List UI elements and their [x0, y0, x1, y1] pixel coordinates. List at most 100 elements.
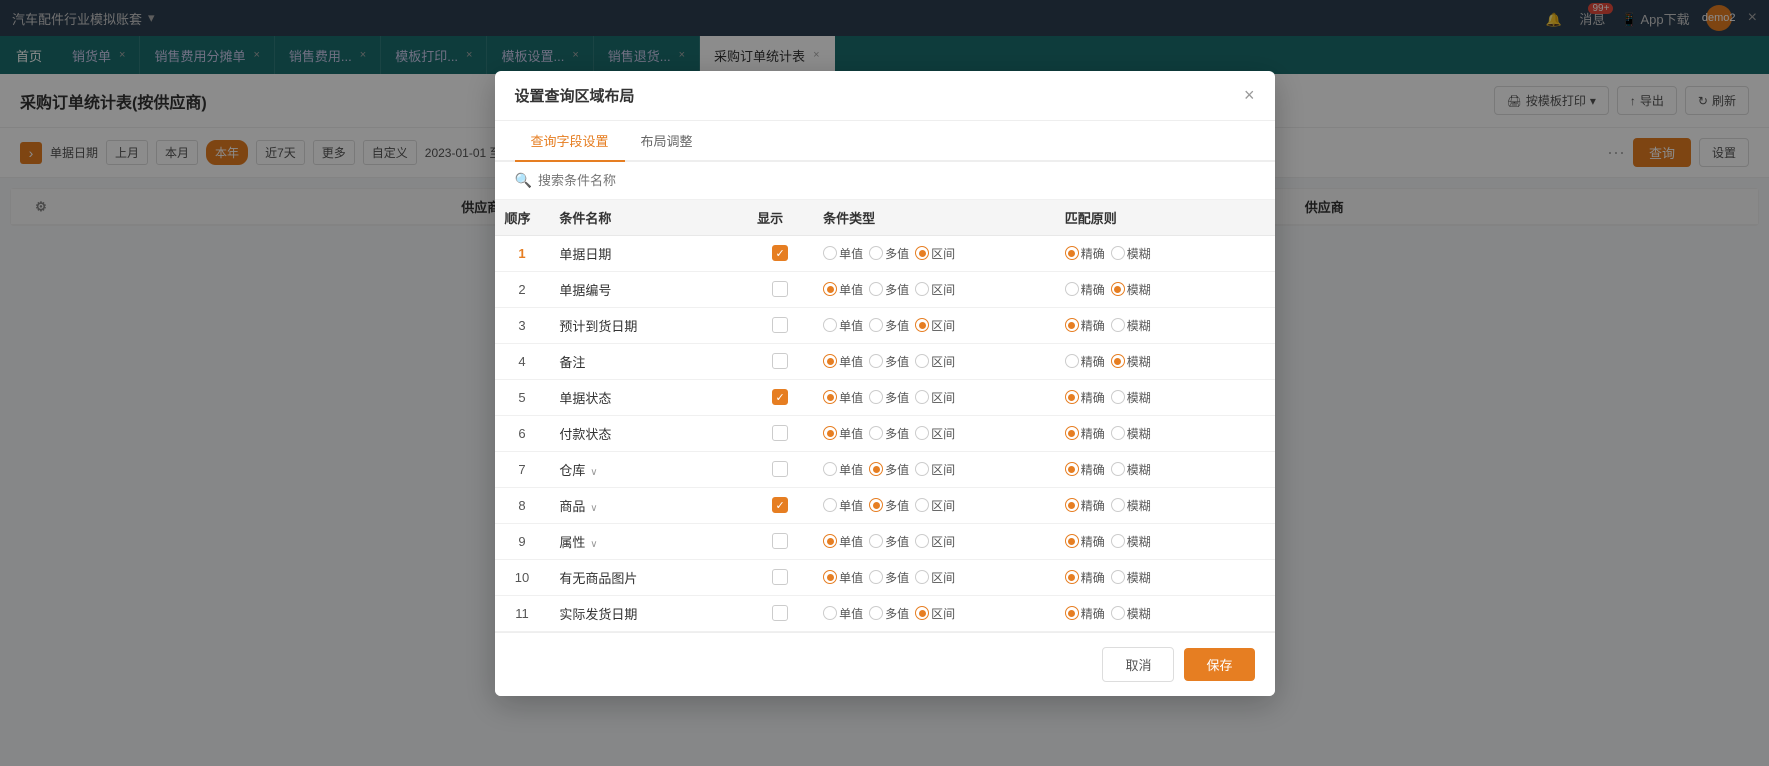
type-option[interactable]: 单值 [823, 389, 863, 406]
type-option[interactable]: 区间 [915, 281, 955, 298]
match-option[interactable]: 精确 [1065, 389, 1105, 406]
match-option[interactable]: 精确 [1065, 245, 1105, 262]
type-option[interactable]: 区间 [915, 497, 955, 514]
radio-circle-icon [869, 318, 883, 332]
radio-circle-icon [915, 462, 929, 476]
type-option[interactable]: 多值 [869, 353, 909, 370]
type-option[interactable]: 区间 [915, 353, 955, 370]
show-checkbox[interactable] [772, 389, 788, 405]
type-option[interactable]: 多值 [869, 317, 909, 334]
radio-circle-icon [915, 390, 929, 404]
cell-show [747, 487, 813, 523]
radio-circle-icon [1111, 498, 1125, 512]
dropdown-arrow-icon[interactable]: ∨ [587, 467, 597, 478]
radio-circle-icon [823, 570, 837, 584]
type-option[interactable]: 区间 [915, 245, 955, 262]
type-option[interactable]: 区间 [915, 425, 955, 442]
match-option[interactable]: 精确 [1065, 281, 1105, 298]
modal-close-btn[interactable]: × [1244, 86, 1255, 104]
cell-match: 精确模糊 [1055, 415, 1275, 451]
match-option[interactable]: 精确 [1065, 461, 1105, 478]
radio-circle-icon [1065, 426, 1079, 440]
radio-circle-icon [915, 498, 929, 512]
cell-seq: 1 [495, 235, 550, 271]
type-option[interactable]: 多值 [869, 461, 909, 478]
type-option[interactable]: 单值 [823, 353, 863, 370]
show-checkbox[interactable] [772, 425, 788, 441]
match-option[interactable]: 精确 [1065, 569, 1105, 586]
modal-search-input[interactable] [538, 173, 738, 188]
modal-tab-layout[interactable]: 布局调整 [625, 121, 709, 162]
radio-circle-icon [823, 534, 837, 548]
type-option[interactable]: 区间 [915, 461, 955, 478]
type-option[interactable]: 单值 [823, 605, 863, 622]
match-option[interactable]: 精确 [1065, 317, 1105, 334]
dropdown-arrow-icon[interactable]: ∨ [587, 539, 597, 550]
modal-tab-fields[interactable]: 查询字段设置 [515, 121, 625, 162]
show-checkbox[interactable] [772, 353, 788, 369]
match-option[interactable]: 模糊 [1111, 569, 1151, 586]
match-option[interactable]: 模糊 [1111, 605, 1151, 622]
type-option[interactable]: 单值 [823, 569, 863, 586]
show-checkbox[interactable] [772, 245, 788, 261]
radio-circle-icon [1111, 462, 1125, 476]
type-option[interactable]: 多值 [869, 605, 909, 622]
cell-seq: 4 [495, 343, 550, 379]
match-option[interactable]: 模糊 [1111, 245, 1151, 262]
cancel-btn[interactable]: 取消 [1102, 647, 1174, 682]
match-option[interactable]: 模糊 [1111, 497, 1151, 514]
type-option[interactable]: 单值 [823, 281, 863, 298]
th-match: 匹配原则 [1055, 200, 1275, 236]
type-option[interactable]: 区间 [915, 605, 955, 622]
match-option[interactable]: 精确 [1065, 605, 1105, 622]
match-option[interactable]: 模糊 [1111, 353, 1151, 370]
type-option[interactable]: 多值 [869, 497, 909, 514]
cell-name: 单据日期 [549, 235, 747, 271]
match-option[interactable]: 模糊 [1111, 461, 1151, 478]
radio-circle-icon [1065, 390, 1079, 404]
cell-seq: 2 [495, 271, 550, 307]
match-option[interactable]: 精确 [1065, 533, 1105, 550]
match-option[interactable]: 模糊 [1111, 533, 1151, 550]
match-option[interactable]: 模糊 [1111, 425, 1151, 442]
type-option[interactable]: 单值 [823, 497, 863, 514]
show-checkbox[interactable] [772, 461, 788, 477]
radio-circle-icon [915, 534, 929, 548]
type-option[interactable]: 多值 [869, 569, 909, 586]
type-option[interactable]: 区间 [915, 317, 955, 334]
show-checkbox[interactable] [772, 317, 788, 333]
type-option[interactable]: 单值 [823, 245, 863, 262]
cell-show [747, 271, 813, 307]
show-checkbox[interactable] [772, 605, 788, 621]
type-option[interactable]: 多值 [869, 425, 909, 442]
show-checkbox[interactable] [772, 497, 788, 513]
match-option[interactable]: 模糊 [1111, 389, 1151, 406]
type-option[interactable]: 多值 [869, 245, 909, 262]
cell-show [747, 523, 813, 559]
match-option[interactable]: 精确 [1065, 353, 1105, 370]
table-row: 10有无商品图片单值多值区间精确模糊 [495, 559, 1275, 595]
type-option[interactable]: 单值 [823, 461, 863, 478]
match-option[interactable]: 精确 [1065, 425, 1105, 442]
radio-circle-icon [823, 606, 837, 620]
type-option[interactable]: 区间 [915, 389, 955, 406]
type-option[interactable]: 多值 [869, 389, 909, 406]
match-option[interactable]: 模糊 [1111, 281, 1151, 298]
show-checkbox[interactable] [772, 533, 788, 549]
show-checkbox[interactable] [772, 281, 788, 297]
modal-overlay[interactable]: 设置查询区域布局 × 查询字段设置 布局调整 🔍 顺序 条件名称 显示 条件类型 [0, 0, 1769, 766]
type-option[interactable]: 单值 [823, 317, 863, 334]
type-option[interactable]: 区间 [915, 533, 955, 550]
match-option[interactable]: 精确 [1065, 497, 1105, 514]
show-checkbox[interactable] [772, 569, 788, 585]
type-option[interactable]: 区间 [915, 569, 955, 586]
dropdown-arrow-icon[interactable]: ∨ [587, 503, 597, 514]
save-btn[interactable]: 保存 [1184, 648, 1254, 681]
type-option[interactable]: 单值 [823, 533, 863, 550]
radio-circle-icon [915, 606, 929, 620]
type-option[interactable]: 多值 [869, 281, 909, 298]
cell-match: 精确模糊 [1055, 523, 1275, 559]
type-option[interactable]: 多值 [869, 533, 909, 550]
type-option[interactable]: 单值 [823, 425, 863, 442]
match-option[interactable]: 模糊 [1111, 317, 1151, 334]
